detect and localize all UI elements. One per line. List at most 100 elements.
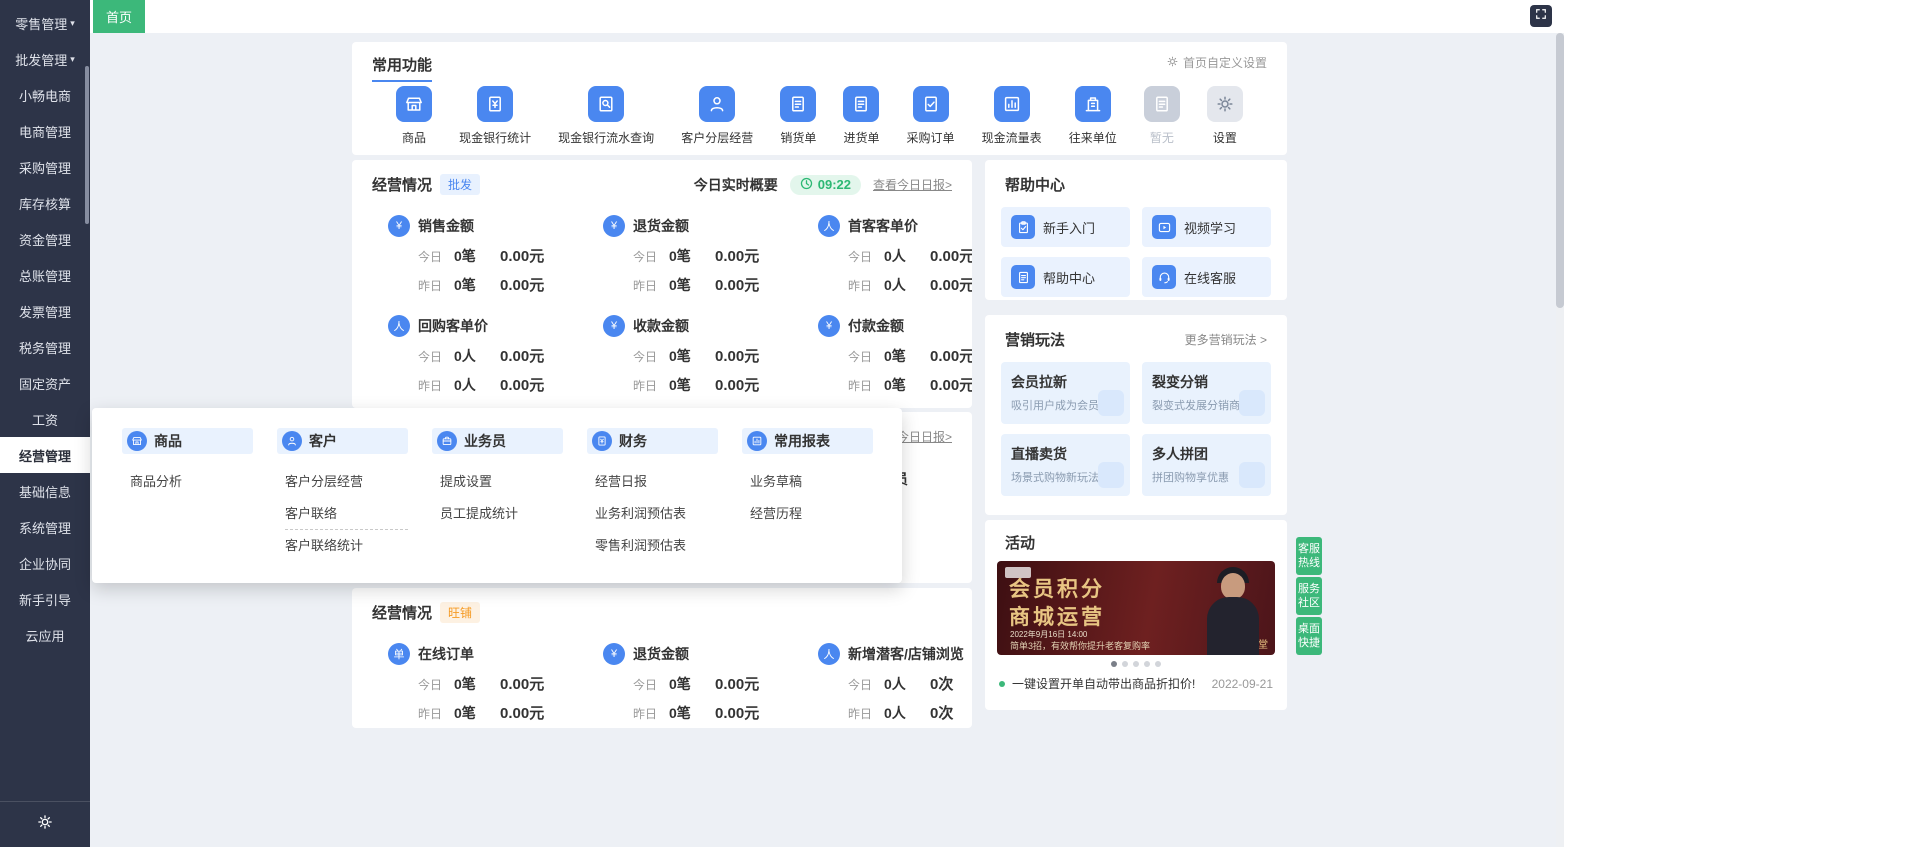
float-button-service-community[interactable]: 服务社区 — [1296, 577, 1322, 615]
float-button-service-hotline[interactable]: 客服热线 — [1296, 537, 1322, 575]
sidebar-item-ecommerce-mgmt[interactable]: 电商管理 — [0, 113, 90, 149]
float-button-desktop-shortcut[interactable]: 桌面快捷 — [1296, 617, 1322, 655]
view-daily-report-link[interactable]: 查看今日日报> — [873, 176, 952, 193]
metric-row: 今日 0笔 0.00元 — [818, 345, 972, 366]
quick-function-goods[interactable]: 商品 — [396, 86, 432, 146]
quick-function-label: 销货单 — [780, 131, 817, 145]
quick-function-business-partners[interactable]: 往来单位 — [1069, 86, 1117, 146]
metric-header: ¥ 收款金额 — [603, 315, 818, 337]
activity-news-item[interactable]: 一键设置开单自动带出商品折扣价! 2022-09-21 — [985, 675, 1287, 692]
purchase-order-icon — [912, 86, 949, 122]
quick-function-purchase-order[interactable]: 采购订单 — [907, 86, 955, 146]
carousel-dot[interactable] — [1111, 661, 1117, 667]
flyout-item-employee-commission-stats[interactable]: 员工提成统计 — [440, 498, 563, 530]
main-scrollbar[interactable] — [1556, 33, 1564, 847]
flyout-item-retail-profit-forecast[interactable]: 零售利润预估表 — [595, 530, 718, 562]
settings-icon — [1206, 86, 1243, 122]
amount-value: 0.00元 — [715, 377, 760, 394]
metric-online-orders: 单在线订单 今日 0笔 0.00元 昨日 0笔 0.00元 — [388, 643, 603, 723]
activity-header: 活动 — [985, 520, 1287, 553]
quick-function-empty[interactable]: 暂无 — [1143, 86, 1180, 146]
flyout-item-business-history[interactable]: 经营历程 — [750, 498, 873, 530]
amount-value: 0.00元 — [500, 277, 545, 294]
sidebar-item-inventory-accounting[interactable]: 库存核算 — [0, 185, 90, 221]
count-value: 0笔 — [884, 348, 906, 364]
main-scrollbar-thumb[interactable] — [1556, 33, 1564, 308]
sidebar-item-enterprise-collab[interactable]: 企业协同 — [0, 545, 90, 581]
sidebar-item-label: 工资 — [31, 412, 58, 428]
sidebar-scrollbar[interactable] — [85, 66, 89, 224]
carousel-dot[interactable] — [1133, 661, 1139, 667]
flyout-column-title: 财务 — [619, 433, 647, 449]
carousel-dot[interactable] — [1155, 661, 1161, 667]
day-label: 今日 — [418, 250, 443, 264]
help-tile-getting-started[interactable]: 新手入门 — [1001, 207, 1130, 247]
marketing-tile-group-buying[interactable]: 多人拼团 拼团购物享优惠 — [1142, 434, 1271, 496]
refund-amount-shop-icon: ¥ — [603, 643, 625, 665]
count-value: 0笔 — [454, 277, 476, 293]
app-root: 首页 零售管理 ▾ 批发管理 ▾ 小畅电商电商管理 采购管理 库存核算 资金管理 总账管理 发票管… — [0, 0, 1564, 847]
quick-function-settings[interactable]: 设置 — [1206, 86, 1243, 146]
quick-function-customer-layered-operation[interactable]: 客户分层经营 — [681, 86, 753, 146]
banner-note: 简单3招，有效帮你提升老客复购率 — [1010, 641, 1151, 651]
sidebar-item-retail-mgmt[interactable]: 零售管理 ▾ — [0, 5, 90, 41]
count-value: 0笔 — [669, 705, 691, 721]
online-orders-icon: 单 — [388, 643, 410, 665]
marketing-tile-live-selling[interactable]: 直播卖货 场景式购物新玩法 — [1001, 434, 1130, 496]
help-tile-video-learning[interactable]: 视频学习 — [1142, 207, 1271, 247]
wholesale-badge: 批发 — [440, 174, 481, 195]
help-tile-help-center[interactable]: 帮助中心 — [1001, 257, 1130, 297]
quick-function-cash-bank-stats[interactable]: 现金银行统计 — [459, 86, 531, 146]
sidebar-item-invoice-mgmt[interactable]: 发票管理 — [0, 293, 90, 329]
carousel-dot[interactable] — [1144, 661, 1150, 667]
flyout-item-commission-settings[interactable]: 提成设置 — [440, 466, 563, 498]
sidebar-item-fixed-assets[interactable]: 固定资产 — [0, 365, 90, 401]
sidebar-item-business-mgmt[interactable]: 经营管理 — [0, 437, 90, 473]
homepage-customize-link[interactable]: 首页自定义设置 — [1166, 54, 1267, 71]
sidebar-item-label: 新手引导 — [18, 592, 71, 608]
business-card-header: 经营情况 旺铺 — [352, 588, 972, 623]
metric-row: 今日 0人 0.00元 — [818, 245, 972, 266]
sidebar-item-purchase-mgmt[interactable]: 采购管理 — [0, 149, 90, 185]
card-title: 活动 — [1005, 535, 1036, 552]
quick-function-label: 进货单 — [843, 131, 880, 145]
sidebar-item-label: 小畅电商 — [18, 88, 71, 104]
cash-flow-statement-icon — [993, 86, 1030, 122]
help-tile-online-service[interactable]: 在线客服 — [1142, 257, 1271, 297]
quick-function-sales-order[interactable]: 销货单 — [780, 86, 816, 146]
sidebar-item-general-ledger[interactable]: 总账管理 — [0, 257, 90, 293]
sidebar-item-system-mgmt[interactable]: 系统管理 — [0, 509, 90, 545]
flyout-item-business-daily-report[interactable]: 经营日报 — [595, 466, 718, 498]
activity-banner[interactable]: 会员积分 商城运营 2022年9月16日 14:00 简单3招，有效帮你提升老客… — [997, 561, 1275, 655]
flyout-item-customer-layered-operation[interactable]: 客户分层经营 — [285, 466, 408, 498]
flyout-item-customer-contact-stats[interactable]: 客户联络统计 — [285, 530, 408, 562]
sidebar-item-cloud-apps[interactable]: 云应用 — [0, 617, 90, 653]
sidebar-item-wholesale-mgmt[interactable]: 批发管理 ▾ — [0, 41, 90, 77]
sidebar-item-tax-mgmt[interactable]: 税务管理 — [0, 329, 90, 365]
quick-function-cash-flow-statement[interactable]: 现金流量表 — [982, 86, 1042, 146]
day-label: 昨日 — [633, 279, 658, 293]
marketing-tile-member-acquisition[interactable]: 会员拉新 吸引用户成为会员 — [1001, 362, 1130, 424]
flyout-item-product-analysis[interactable]: 商品分析 — [130, 466, 253, 498]
amount-value: 0.00元 — [930, 248, 972, 265]
sidebar-item-newbie-guide[interactable]: 新手引导 — [0, 581, 90, 617]
count-value: 0人 — [454, 377, 476, 393]
expand-icon — [1535, 7, 1547, 25]
sidebar-item-salary[interactable]: 工资 — [0, 401, 90, 437]
metric-receipt-amount: ¥ 收款金额 今日 0笔 0.00元 昨日 0笔 0.00元 — [603, 315, 818, 395]
more-marketing-link[interactable]: 更多营销玩法 > — [1185, 331, 1267, 348]
sidebar-settings-button[interactable] — [0, 801, 90, 847]
quick-function-stockin-order[interactable]: 进货单 — [843, 86, 879, 146]
flyout-item-business-draft[interactable]: 业务草稿 — [750, 466, 873, 498]
day-label: 今日 — [418, 678, 443, 692]
flyout-item-business-profit-forecast[interactable]: 业务利润预估表 — [595, 498, 718, 530]
quick-function-cash-bank-flow-query[interactable]: 现金银行流水查询 — [558, 86, 654, 146]
sidebar-item-fund-mgmt[interactable]: 资金管理 — [0, 221, 90, 257]
sidebar-item-basic-info[interactable]: 基础信息 — [0, 473, 90, 509]
carousel-dot[interactable] — [1122, 661, 1128, 667]
flyout-item-customer-contact[interactable]: 客户联络 — [285, 498, 408, 530]
sidebar-item-xiaochang-ecommerce[interactable]: 小畅电商 — [0, 77, 90, 113]
fullscreen-button[interactable] — [1530, 5, 1552, 27]
marketing-tile-fission-distribution[interactable]: 裂变分销 裂变式发展分销商 — [1142, 362, 1271, 424]
tab-home[interactable]: 首页 — [93, 0, 145, 33]
